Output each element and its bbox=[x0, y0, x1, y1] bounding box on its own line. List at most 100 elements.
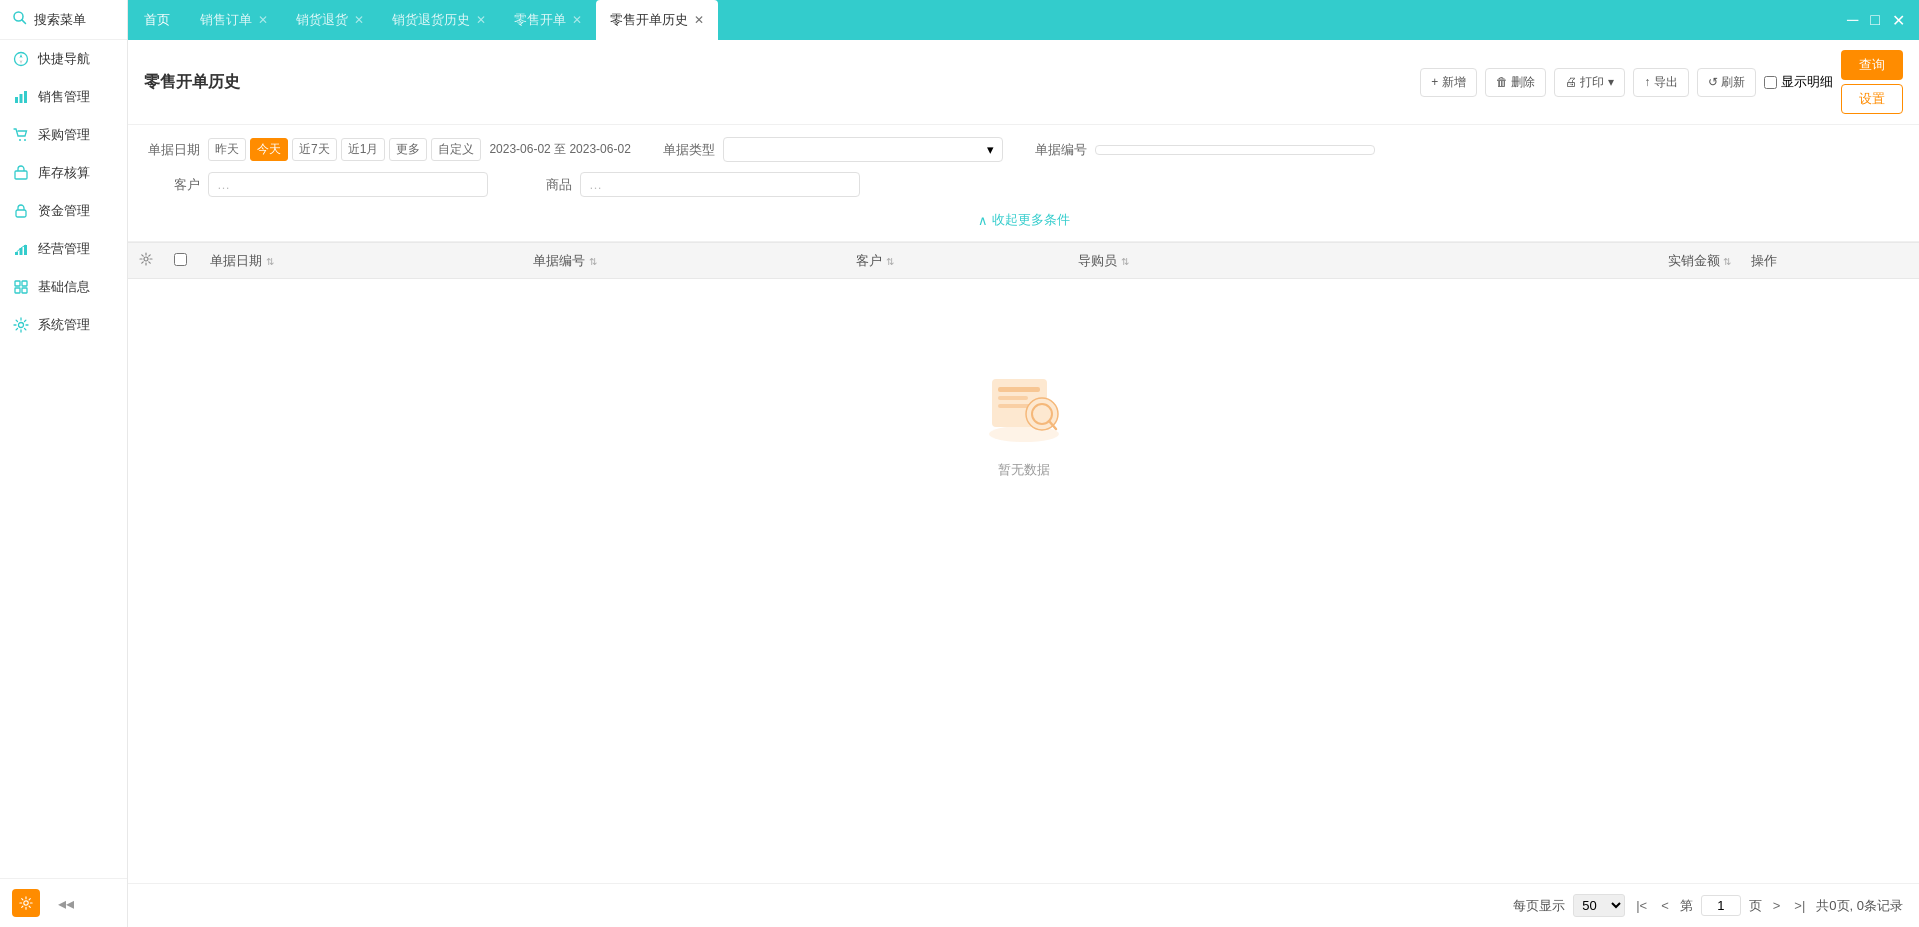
tab-sales-return[interactable]: 销货退货 ✕ bbox=[282, 0, 378, 40]
search-icon bbox=[12, 10, 28, 29]
svg-point-8 bbox=[19, 139, 21, 141]
tab-retail-open-history[interactable]: 零售开单历史 ✕ bbox=[596, 0, 718, 40]
date-custom-btn[interactable]: 自定义 bbox=[431, 138, 481, 161]
per-page-select[interactable]: 50 10 20 100 bbox=[1573, 894, 1625, 917]
sidebar-search[interactable]: 搜索菜单 bbox=[0, 0, 127, 40]
sort-icon: ⇅ bbox=[886, 256, 894, 267]
th-doc-date[interactable]: 单据日期 ⇅ bbox=[200, 243, 523, 279]
box-icon bbox=[12, 164, 30, 182]
tab-close-icon[interactable]: ✕ bbox=[354, 13, 364, 27]
tab-close-icon[interactable]: ✕ bbox=[572, 13, 582, 27]
page-label: 页 bbox=[1749, 897, 1762, 915]
compass-icon bbox=[12, 50, 30, 68]
th-checkbox[interactable] bbox=[164, 243, 200, 279]
tab-sales-order[interactable]: 销售订单 ✕ bbox=[186, 0, 282, 40]
last-page-btn[interactable]: >| bbox=[1791, 898, 1808, 913]
doc-no-input[interactable] bbox=[1095, 145, 1375, 155]
svg-rect-17 bbox=[15, 288, 20, 293]
th-customer[interactable]: 客户 ⇅ bbox=[846, 243, 1069, 279]
svg-point-19 bbox=[19, 323, 24, 328]
svg-rect-18 bbox=[22, 288, 27, 293]
display-detail-checkbox[interactable] bbox=[1764, 76, 1777, 89]
empty-icon bbox=[974, 359, 1074, 449]
th-actual-amount[interactable]: 实销金额 ⇅ bbox=[1418, 243, 1741, 279]
sidebar-item-label: 基础信息 bbox=[38, 278, 90, 296]
th-settings[interactable] bbox=[128, 243, 164, 279]
th-spacer bbox=[1341, 243, 1418, 279]
print-label: 🖨 打印 bbox=[1565, 74, 1604, 91]
date-yesterday-btn[interactable]: 昨天 bbox=[208, 138, 246, 161]
tab-home-label: 首页 bbox=[144, 11, 170, 29]
page-header: 零售开单历史 + 新增 🗑 删除 🖨 打印 ▾ ↑ 导出 ↺ 刷新 bbox=[128, 40, 1919, 125]
export-button[interactable]: ↑ 导出 bbox=[1633, 68, 1688, 97]
date-more-btn[interactable]: 更多 bbox=[389, 138, 427, 161]
goods-input[interactable]: … bbox=[580, 172, 860, 197]
sidebar-item-label: 采购管理 bbox=[38, 126, 90, 144]
collapse-button[interactable]: ∧ 收起更多条件 bbox=[978, 211, 1070, 229]
content-area: 零售开单历史 + 新增 🗑 删除 🖨 打印 ▾ ↑ 导出 ↺ 刷新 bbox=[128, 40, 1919, 927]
tab-label: 销货退货 bbox=[296, 11, 348, 29]
collapse-sidebar-button[interactable]: ◂◂ bbox=[52, 889, 80, 917]
sidebar-search-label: 搜索菜单 bbox=[34, 11, 86, 29]
customer-input[interactable]: … bbox=[208, 172, 488, 197]
sidebar-item-operations[interactable]: 经营管理 bbox=[0, 230, 127, 268]
table-area: 单据日期 ⇅ 单据编号 ⇅ 客户 ⇅ 导购员 ⇅ bbox=[128, 242, 1919, 883]
tab-home[interactable]: 首页 bbox=[128, 0, 186, 40]
date-label: 单据日期 bbox=[144, 141, 200, 159]
th-salesperson[interactable]: 导购员 ⇅ bbox=[1068, 243, 1341, 279]
tab-retail-open[interactable]: 零售开单 ✕ bbox=[500, 0, 596, 40]
th-action: 操作 bbox=[1741, 243, 1919, 279]
th-actual-amount-label: 实销金额 bbox=[1668, 253, 1720, 268]
tab-sales-return-history[interactable]: 销货退货历史 ✕ bbox=[378, 0, 500, 40]
select-all-checkbox[interactable] bbox=[174, 253, 187, 266]
pagination: 每页显示 50 10 20 100 |< < 第 页 > >| 共0页, 0条记… bbox=[128, 883, 1919, 927]
doc-type-select[interactable]: ▾ bbox=[723, 137, 1003, 162]
display-detail-toggle[interactable]: 显示明细 bbox=[1764, 73, 1833, 91]
sidebar: 搜索菜单 快捷导航 销售管理 采购管理 库存核算 资金管理 经营管理 bbox=[0, 0, 128, 927]
setting-button[interactable]: 设置 bbox=[1841, 84, 1903, 114]
empty-state: 暂无数据 bbox=[128, 279, 1919, 559]
window-maximize-button[interactable]: □ bbox=[1866, 11, 1884, 29]
collapse-label: 收起更多条件 bbox=[992, 211, 1070, 229]
add-button[interactable]: + 新增 bbox=[1420, 68, 1476, 97]
page-title: 零售开单历史 bbox=[144, 72, 240, 93]
date-today-btn[interactable]: 今天 bbox=[250, 138, 288, 161]
window-close-button[interactable]: ✕ bbox=[1888, 11, 1909, 30]
sidebar-item-sys-mgmt[interactable]: 系统管理 bbox=[0, 306, 127, 344]
first-page-btn[interactable]: |< bbox=[1633, 898, 1650, 913]
sidebar-item-basic-info[interactable]: 基础信息 bbox=[0, 268, 127, 306]
th-doc-no[interactable]: 单据编号 ⇅ bbox=[523, 243, 846, 279]
next-page-btn[interactable]: > bbox=[1770, 898, 1784, 913]
filter-area: 单据日期 昨天 今天 近7天 近1月 更多 bbox=[128, 125, 1919, 242]
delete-button[interactable]: 🗑 删除 bbox=[1485, 68, 1546, 97]
sidebar-item-quick-nav[interactable]: 快捷导航 bbox=[0, 40, 127, 78]
tab-close-icon[interactable]: ✕ bbox=[694, 13, 704, 27]
date-last-month-btn[interactable]: 近1月 bbox=[341, 138, 386, 161]
sidebar-item-inventory[interactable]: 库存核算 bbox=[0, 154, 127, 192]
per-page-label: 每页显示 bbox=[1513, 897, 1565, 915]
tab-close-icon[interactable]: ✕ bbox=[476, 13, 486, 27]
settings-icon bbox=[12, 316, 30, 334]
svg-point-20 bbox=[24, 901, 28, 905]
query-button[interactable]: 查询 bbox=[1841, 50, 1903, 80]
tab-close-icon[interactable]: ✕ bbox=[258, 13, 268, 27]
print-dropdown-icon: ▾ bbox=[1608, 75, 1614, 89]
th-doc-no-label: 单据编号 bbox=[533, 253, 585, 268]
page-number-input[interactable] bbox=[1701, 895, 1741, 916]
gear-button[interactable] bbox=[12, 889, 40, 917]
date-range-display: 2023-06-02 至 2023-06-02 bbox=[489, 141, 630, 158]
svg-point-21 bbox=[144, 257, 148, 261]
refresh-button[interactable]: ↺ 刷新 bbox=[1697, 68, 1756, 97]
sidebar-item-finance[interactable]: 资金管理 bbox=[0, 192, 127, 230]
export-label: ↑ 导出 bbox=[1644, 74, 1677, 91]
data-table: 单据日期 ⇅ 单据编号 ⇅ 客户 ⇅ 导购员 ⇅ bbox=[128, 242, 1919, 279]
prev-page-btn[interactable]: < bbox=[1658, 898, 1672, 913]
sort-icon: ⇅ bbox=[266, 256, 274, 267]
date-last7-btn[interactable]: 近7天 bbox=[292, 138, 337, 161]
sidebar-item-purchase-mgmt[interactable]: 采购管理 bbox=[0, 116, 127, 154]
window-minimize-button[interactable]: ─ bbox=[1843, 11, 1862, 29]
tab-label: 零售开单 bbox=[514, 11, 566, 29]
sidebar-item-sales-mgmt[interactable]: 销售管理 bbox=[0, 78, 127, 116]
sort-icon: ⇅ bbox=[589, 256, 597, 267]
print-button[interactable]: 🖨 打印 ▾ bbox=[1554, 68, 1625, 97]
